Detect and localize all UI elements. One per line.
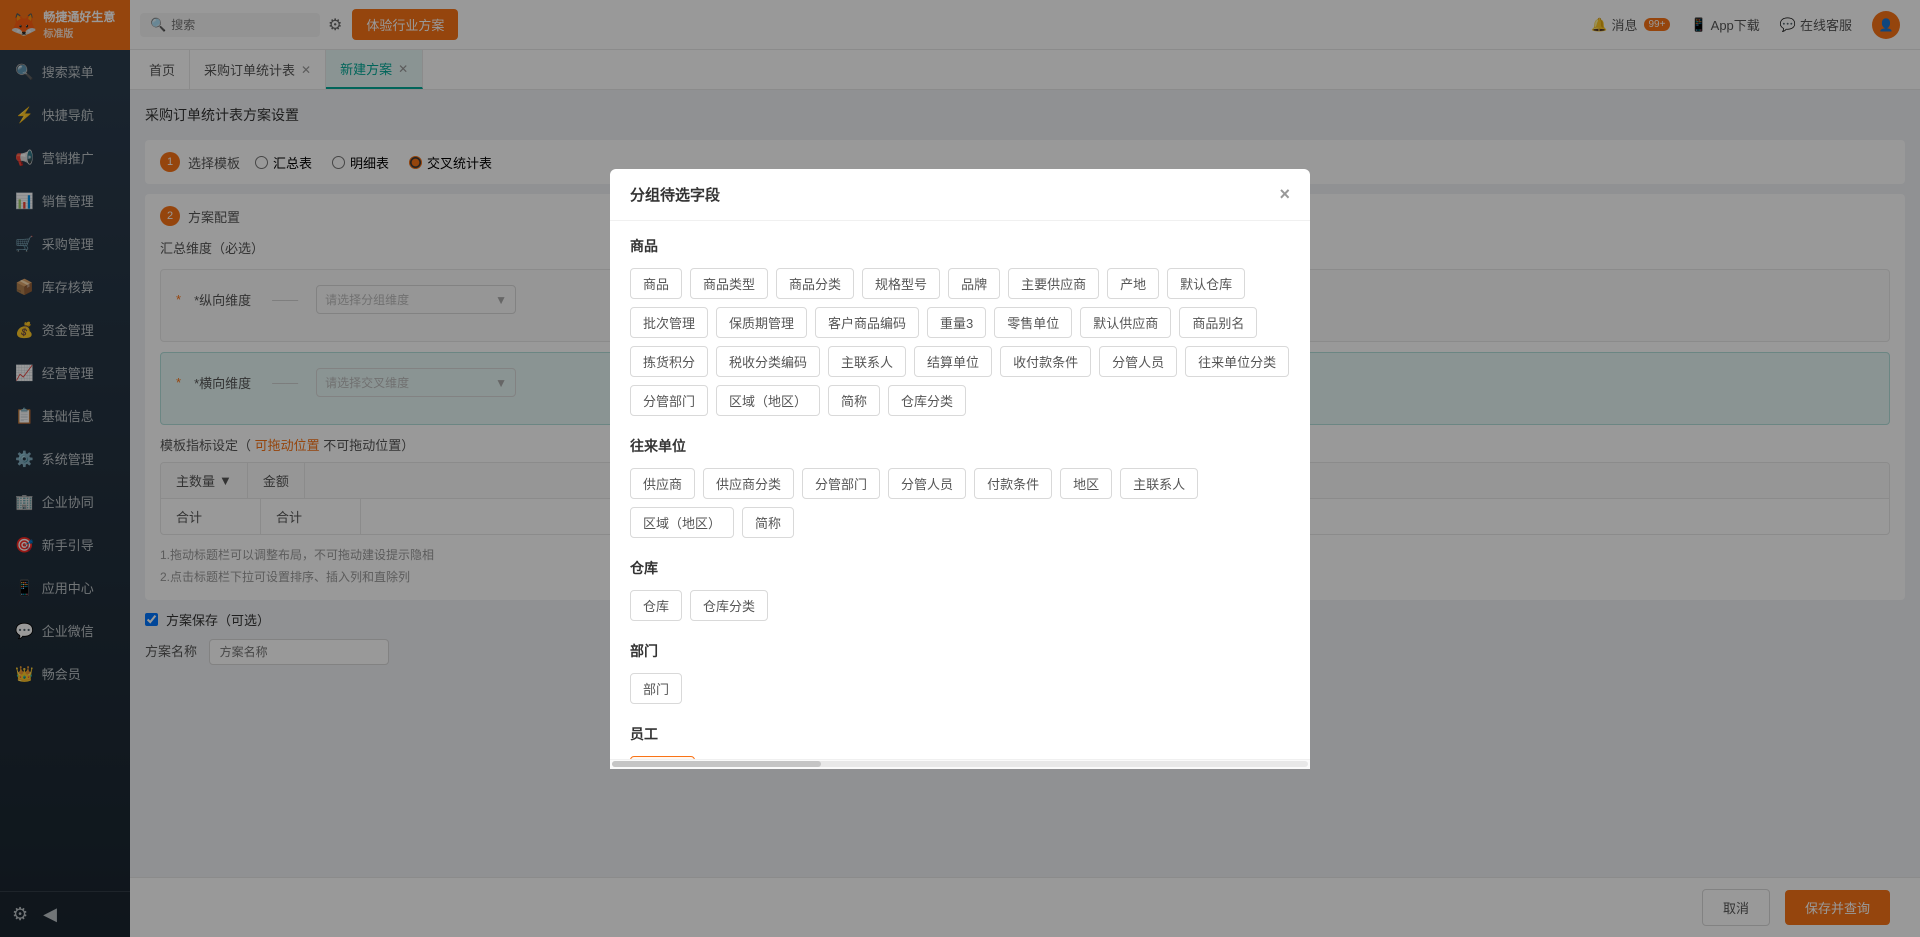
field-batch-mgmt[interactable]: 批次管理 [630, 307, 708, 338]
field-wh[interactable]: 仓库 [630, 590, 682, 621]
field-manager[interactable]: 分管人员 [1099, 346, 1177, 377]
field-dept3[interactable]: 部门 [630, 673, 682, 704]
modal-horizontal-scrollbar[interactable] [610, 759, 1310, 768]
section-goods-title: 商品 [630, 236, 1290, 256]
section-dept-title: 部门 [630, 641, 1290, 661]
field-region3[interactable]: 区域（地区） [630, 507, 734, 538]
field-main-contact[interactable]: 主联系人 [828, 346, 906, 377]
field-spec-type[interactable]: 规格型号 [862, 268, 940, 299]
section-partner: 往来单位 供应商 供应商分类 分管部门 分管人员 付款条件 地区 主联系人 区域… [630, 436, 1290, 538]
field-main-supplier[interactable]: 主要供应商 [1008, 268, 1099, 299]
field-supplier[interactable]: 供应商 [630, 468, 695, 499]
field-payment-terms[interactable]: 收付款条件 [1000, 346, 1091, 377]
field-region2[interactable]: 地区 [1060, 468, 1112, 499]
dept-fields: 部门 [630, 673, 1290, 704]
field-manager2[interactable]: 分管人员 [888, 468, 966, 499]
field-brand[interactable]: 品牌 [948, 268, 1000, 299]
field-pickup-score[interactable]: 拣货积分 [630, 346, 708, 377]
field-weight3[interactable]: 重量3 [927, 307, 986, 338]
field-goods[interactable]: 商品 [630, 268, 682, 299]
field-tax-category[interactable]: 税收分类编码 [716, 346, 820, 377]
modal-header: 分组待选字段 × [610, 169, 1310, 221]
partner-fields: 供应商 供应商分类 分管部门 分管人员 付款条件 地区 主联系人 区域（地区） … [630, 468, 1290, 538]
modal-overlay[interactable]: 分组待选字段 × 商品 商品 商品类型 商品分类 规格型号 品牌 主要供应商 产… [0, 0, 1920, 937]
field-default-warehouse[interactable]: 默认仓库 [1167, 268, 1245, 299]
field-main-contact2[interactable]: 主联系人 [1120, 468, 1198, 499]
field-dept2[interactable]: 分管部门 [802, 468, 880, 499]
field-retail-unit[interactable]: 零售单位 [994, 307, 1072, 338]
modal: 分组待选字段 × 商品 商品 商品类型 商品分类 规格型号 品牌 主要供应商 产… [610, 169, 1310, 769]
field-region[interactable]: 区域（地区） [716, 385, 820, 416]
goods-fields: 商品 商品类型 商品分类 规格型号 品牌 主要供应商 产地 默认仓库 批次管理 … [630, 268, 1290, 416]
field-unit-category[interactable]: 往来单位分类 [1185, 346, 1289, 377]
field-settlement-unit[interactable]: 结算单位 [914, 346, 992, 377]
modal-body: 商品 商品 商品类型 商品分类 规格型号 品牌 主要供应商 产地 默认仓库 批次… [610, 221, 1310, 760]
section-warehouse-title: 仓库 [630, 558, 1290, 578]
section-dept: 部门 部门 [630, 641, 1290, 704]
field-dept[interactable]: 分管部门 [630, 385, 708, 416]
field-goods-alias[interactable]: 商品别名 [1179, 307, 1257, 338]
section-staff-title: 员工 [630, 724, 1290, 744]
modal-close-button[interactable]: × [1279, 184, 1290, 205]
section-staff: 员工 业务员 [630, 724, 1290, 760]
scrollbar-track [612, 761, 1308, 767]
warehouse-fields: 仓库 仓库分类 [630, 590, 1290, 621]
field-origin[interactable]: 产地 [1107, 268, 1159, 299]
field-goods-category[interactable]: 商品分类 [776, 268, 854, 299]
section-warehouse: 仓库 仓库 仓库分类 [630, 558, 1290, 621]
field-supplier-category[interactable]: 供应商分类 [703, 468, 794, 499]
section-partner-title: 往来单位 [630, 436, 1290, 456]
modal-title: 分组待选字段 [630, 184, 720, 205]
field-wh-cat[interactable]: 仓库分类 [690, 590, 768, 621]
section-goods: 商品 商品 商品类型 商品分类 规格型号 品牌 主要供应商 产地 默认仓库 批次… [630, 236, 1290, 416]
field-short-name[interactable]: 简称 [828, 385, 880, 416]
field-customer-code[interactable]: 客户商品编码 [815, 307, 919, 338]
field-payment-condition[interactable]: 付款条件 [974, 468, 1052, 499]
field-short-name2[interactable]: 简称 [742, 507, 794, 538]
field-goods-type[interactable]: 商品类型 [690, 268, 768, 299]
field-default-supplier[interactable]: 默认供应商 [1080, 307, 1171, 338]
scrollbar-thumb[interactable] [612, 761, 821, 767]
field-wh-category[interactable]: 仓库分类 [888, 385, 966, 416]
field-expiry-mgmt[interactable]: 保质期管理 [716, 307, 807, 338]
